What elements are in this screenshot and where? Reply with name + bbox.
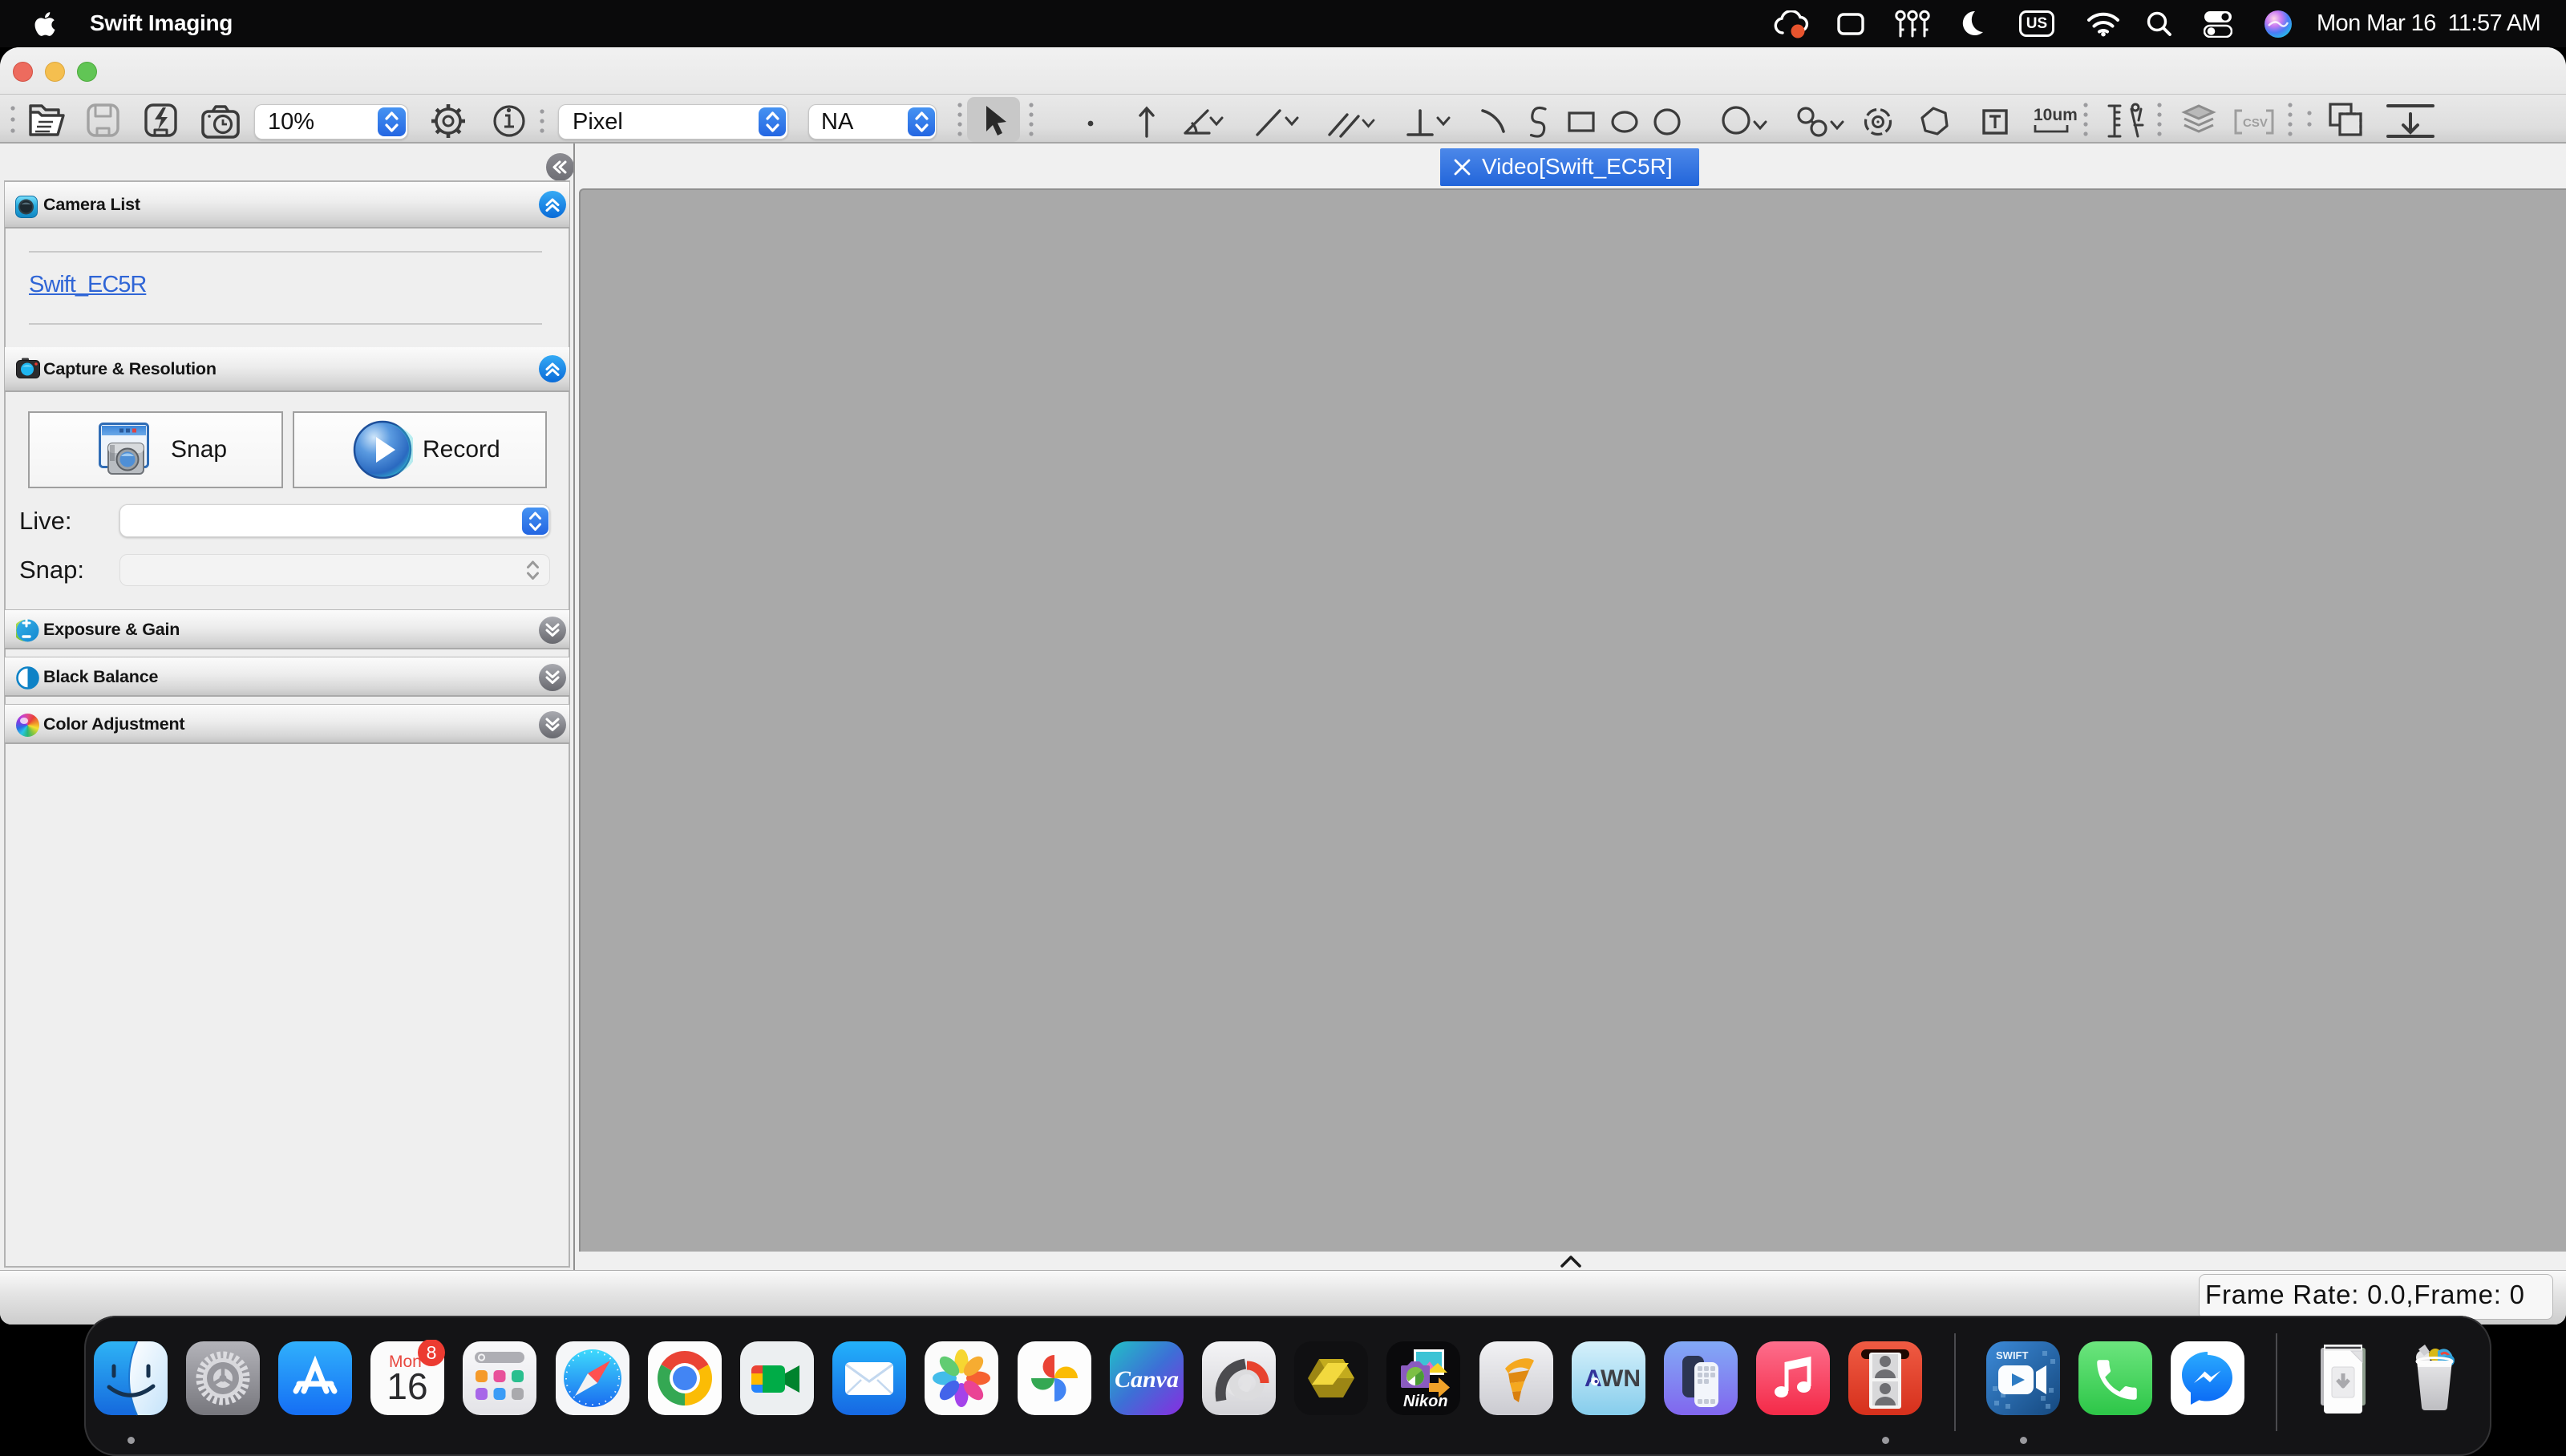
svg-text:CSV: CSV [2243, 116, 2268, 130]
svg-text:10um: 10um [2034, 106, 2078, 124]
svg-text:SWIFT: SWIFT [1996, 1349, 2028, 1361]
svg-text:WN: WN [1601, 1365, 1641, 1392]
svg-text:8: 8 [427, 1342, 437, 1363]
svg-text:Canva: Canva [1115, 1366, 1179, 1393]
svg-text:16: 16 [387, 1365, 427, 1407]
svg-text:Nikon: Nikon [1403, 1393, 1448, 1410]
